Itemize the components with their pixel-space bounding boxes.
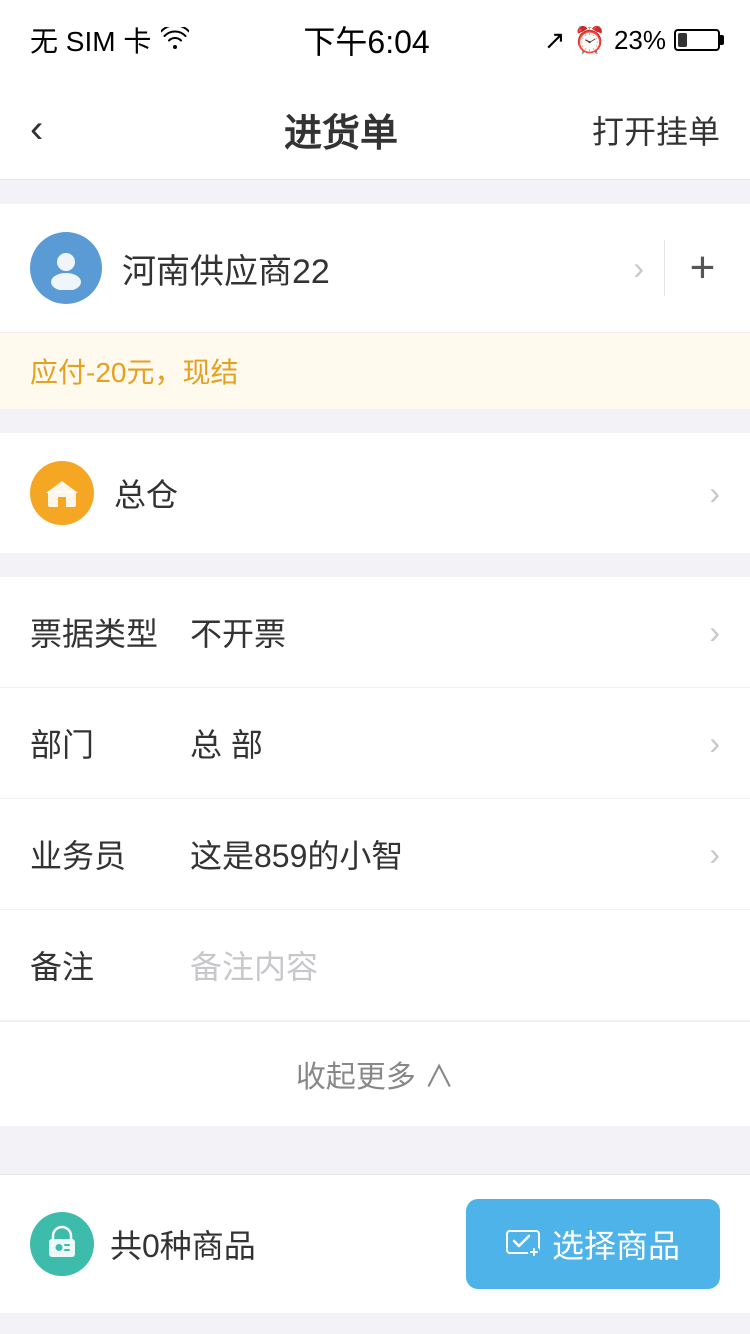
invoice-type-row[interactable]: 票据类型 不开票 › — [0, 577, 750, 688]
select-product-label: 选择商品 — [552, 1221, 680, 1267]
open-pending-button[interactable]: 打开挂单 — [592, 107, 720, 153]
section-gap-2 — [0, 409, 750, 433]
status-time: 下午6:04 — [303, 17, 429, 63]
invoice-type-value: 不开票 — [190, 609, 709, 655]
product-count-label: 共0种商品 — [110, 1221, 256, 1267]
status-right: ↗ ⏰ 23% — [544, 25, 720, 56]
salesperson-row[interactable]: 业务员 这是859的小智 › — [0, 799, 750, 910]
battery-icon — [674, 29, 720, 51]
status-bar: 无 SIM 卡 下午6:04 ↗ ⏰ 23% — [0, 0, 750, 80]
product-icon — [30, 1212, 94, 1276]
warehouse-chevron-icon: › — [709, 475, 720, 512]
remark-input[interactable]: 备注内容 — [190, 942, 720, 988]
supplier-name: 河南供应商22 — [122, 244, 633, 293]
invoice-type-chevron-icon: › — [709, 614, 720, 651]
select-product-button[interactable]: 选择商品 — [466, 1199, 720, 1289]
status-left: 无 SIM 卡 — [30, 20, 189, 60]
supplier-chevron-icon: › — [633, 250, 644, 287]
salesperson-label: 业务员 — [30, 831, 190, 877]
department-label: 部门 — [30, 720, 190, 766]
warehouse-section: 总仓 › — [0, 433, 750, 553]
warehouse-row[interactable]: 总仓 › — [0, 433, 750, 553]
carrier-label: 无 SIM 卡 — [30, 20, 151, 60]
invoice-type-label: 票据类型 — [30, 609, 190, 655]
salesperson-chevron-icon: › — [709, 836, 720, 873]
location-icon: ↗ — [544, 25, 566, 56]
warehouse-icon — [30, 461, 94, 525]
nav-bar: ‹ 进货单 打开挂单 — [0, 80, 750, 180]
section-gap-4 — [0, 1126, 750, 1150]
section-gap-3 — [0, 553, 750, 577]
remark-label: 备注 — [30, 942, 190, 988]
page-title: 进货单 — [284, 102, 398, 157]
form-section: 票据类型 不开票 › 部门 总 部 › 业务员 这是859的小智 › 备注 备注… — [0, 577, 750, 1126]
battery-percentage: 23% — [614, 25, 666, 56]
bottom-bar: 共0种商品 选择商品 — [0, 1174, 750, 1313]
supplier-row[interactable]: 河南供应商22 › + — [0, 204, 750, 333]
warehouse-name: 总仓 — [114, 470, 709, 516]
section-gap-1 — [0, 180, 750, 204]
alarm-icon: ⏰ — [574, 25, 606, 56]
back-button[interactable]: ‹ — [30, 107, 90, 152]
wifi-icon — [161, 24, 189, 56]
collapse-button[interactable]: 收起更多 ∧ — [0, 1021, 750, 1126]
remark-row[interactable]: 备注 备注内容 — [0, 910, 750, 1021]
info-banner: 应付-20元，现结 — [0, 333, 750, 409]
supplier-avatar — [30, 232, 102, 304]
add-supplier-button[interactable]: + — [664, 240, 720, 296]
salesperson-value: 这是859的小智 — [190, 831, 709, 877]
product-summary: 共0种商品 — [30, 1212, 256, 1276]
department-row[interactable]: 部门 总 部 › — [0, 688, 750, 799]
supplier-section: 河南供应商22 › + 应付-20元，现结 — [0, 204, 750, 409]
department-chevron-icon: › — [709, 725, 720, 762]
department-value: 总 部 — [190, 720, 709, 766]
